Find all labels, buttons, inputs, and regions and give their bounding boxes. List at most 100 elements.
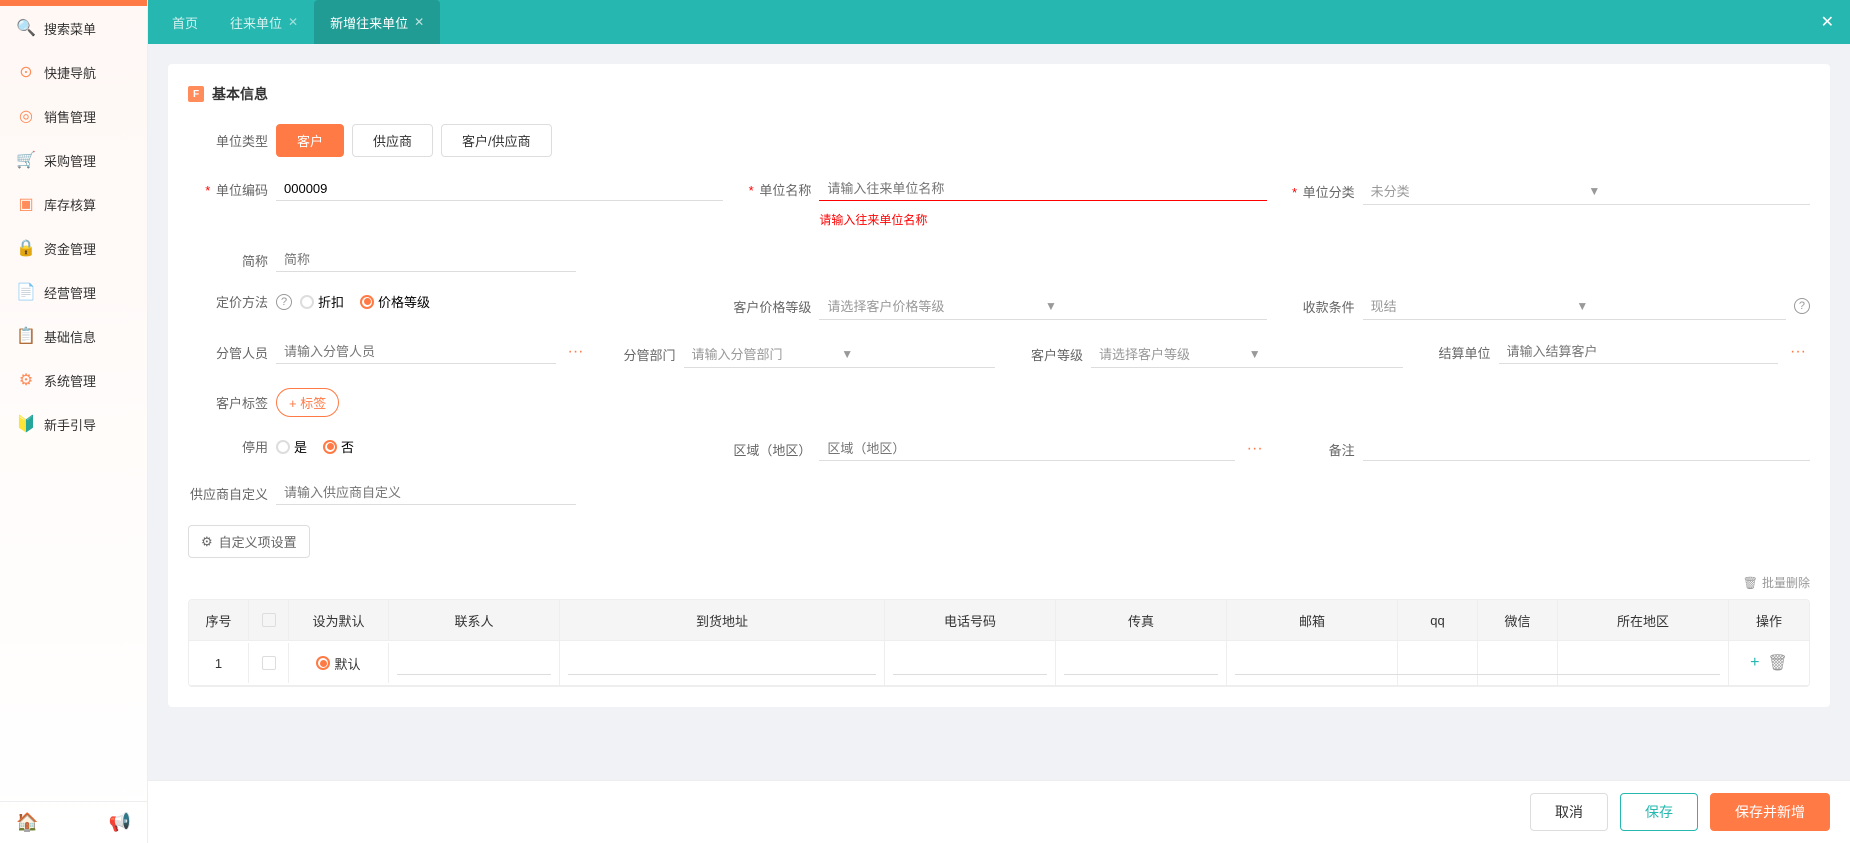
home-icon[interactable]: 🏠 (16, 812, 38, 833)
payment-terms-select[interactable]: 现结 ▼ (1363, 292, 1786, 320)
unit-category-value: 未分类 (1371, 181, 1585, 200)
sidebar: 🔍 搜索菜单 ⊙ 快捷导航 ◎ 销售管理 🛒 采购管理 ▣ 库存核算 🔒 资金管… (0, 0, 148, 843)
sidebar-item-guide[interactable]: 🔰 新手引导 (0, 402, 147, 446)
sidebar-item-label: 系统管理 (44, 371, 96, 390)
td-region (1558, 641, 1729, 685)
row-add-btn[interactable]: + (1750, 654, 1759, 672)
customer-level-chevron-icon: ▼ (1249, 347, 1395, 361)
notify-icon[interactable]: 📢 (109, 812, 131, 833)
unit-name-input[interactable] (819, 177, 1266, 201)
radio-discount[interactable]: 折扣 (300, 292, 344, 311)
sidebar-item-finance[interactable]: 🔒 资金管理 (0, 226, 147, 270)
radio-discount-label: 折扣 (318, 292, 344, 311)
remark-input[interactable] (1363, 437, 1810, 461)
row-checkbox[interactable] (262, 656, 276, 670)
row-default-radio[interactable]: 默认 (316, 654, 360, 673)
tab-counterparty[interactable]: 往来单位 ✕ (214, 0, 314, 44)
form-card: F 基本信息 单位类型 客户 供应商 客户/供应商 * (168, 64, 1830, 707)
radio-yes-circle (276, 440, 290, 454)
tab-home[interactable]: 首页 (156, 0, 214, 44)
pricing-help-icon[interactable]: ? (276, 294, 292, 310)
type-btn-supplier[interactable]: 供应商 (352, 124, 433, 157)
region-input[interactable] (819, 437, 1234, 461)
region-table-input[interactable] (1566, 651, 1720, 675)
short-name-field: 简称 (188, 248, 1810, 272)
sidebar-item-label: 基础信息 (44, 327, 96, 346)
short-name-input[interactable] (276, 248, 576, 272)
unit-type-field: 单位类型 客户 供应商 客户/供应商 (188, 124, 1810, 157)
category-chevron-icon: ▼ (1588, 184, 1802, 198)
unit-category-label: * 单位分类 (1275, 182, 1355, 201)
required-star-name: * (749, 183, 754, 198)
sidebar-item-label: 库存核算 (44, 195, 96, 214)
tab-home-label: 首页 (172, 13, 198, 32)
row-delete-btn[interactable]: 🗑 (1768, 653, 1788, 673)
pricing-radio-group: 折扣 价格等级 (300, 292, 430, 311)
custom-settings-label: 自定义项设置 (219, 532, 297, 551)
save-button[interactable]: 保存 (1620, 793, 1698, 831)
payment-terms-label: 收款条件 (1275, 297, 1355, 316)
supplier-custom-input[interactable] (276, 481, 576, 505)
tab-new-counterparty-close[interactable]: ✕ (414, 15, 424, 29)
customer-level-field: 客户等级 请选择客户等级 ▼ (1003, 340, 1403, 368)
inventory-icon: ▣ (16, 194, 36, 214)
payment-terms-help-icon[interactable]: ? (1794, 298, 1810, 314)
contact-input[interactable] (397, 651, 551, 675)
sidebar-item-operations[interactable]: 📄 经营管理 (0, 270, 147, 314)
customer-level-select[interactable]: 请选择客户等级 ▼ (1091, 340, 1403, 368)
search-icon: 🔍 (16, 18, 36, 38)
header-checkbox[interactable] (262, 613, 276, 627)
settlement-dots-btn[interactable]: ··· (1786, 343, 1810, 361)
td-no: 1 (189, 643, 249, 683)
phone-input[interactable] (893, 651, 1047, 675)
address-input[interactable] (568, 651, 876, 675)
tab-counterparty-close[interactable]: ✕ (288, 15, 298, 29)
radio-yes[interactable]: 是 (276, 437, 307, 456)
disabled-row: 停用 是 否 区域（地区） ··· (188, 437, 1810, 461)
save-add-button[interactable]: 保存并新增 (1710, 793, 1830, 831)
settlement-input[interactable] (1499, 340, 1779, 364)
email-input[interactable] (1235, 651, 1389, 675)
th-address: 到货地址 (560, 600, 885, 640)
short-name-row: 简称 (188, 248, 1810, 272)
fax-input[interactable] (1064, 651, 1218, 675)
add-tag-btn[interactable]: + 标签 (276, 388, 339, 417)
tag-field: 客户标签 + 标签 (188, 388, 1810, 417)
unit-code-input[interactable] (276, 177, 723, 201)
purchase-icon: 🛒 (16, 150, 36, 170)
disabled-radio-group: 是 否 (276, 437, 354, 456)
pricing-row: 定价方法 ? 折扣 价格等级 客户价格等级 (188, 292, 1810, 320)
remark-field: 备注 (1275, 437, 1810, 461)
sidebar-item-basic-info[interactable]: 📋 基础信息 (0, 314, 147, 358)
sidebar-item-quick-nav[interactable]: ⊙ 快捷导航 (0, 50, 147, 94)
radio-no[interactable]: 否 (323, 437, 354, 456)
type-btn-customer[interactable]: 客户 (276, 124, 344, 157)
manager-input[interactable] (276, 340, 556, 364)
customer-price-field: 客户价格等级 请选择客户价格等级 ▼ (731, 292, 1266, 320)
manager-dots-btn[interactable]: ··· (564, 343, 588, 361)
custom-settings-btn[interactable]: ⚙ 自定义项设置 (188, 525, 310, 558)
department-select[interactable]: 请输入分管部门 ▼ (684, 340, 996, 368)
tab-new-counterparty[interactable]: 新增往来单位 ✕ (314, 0, 440, 44)
customer-level-label: 客户等级 (1003, 345, 1083, 364)
row-default-label: 默认 (334, 654, 360, 673)
cancel-button[interactable]: 取消 (1530, 793, 1608, 831)
radio-price-level[interactable]: 价格等级 (360, 292, 430, 311)
customer-price-select[interactable]: 请选择客户价格等级 ▼ (819, 292, 1266, 320)
type-btn-both[interactable]: 客户/供应商 (441, 124, 552, 157)
basic-info-icon: 📋 (16, 326, 36, 346)
sidebar-item-sales[interactable]: ◎ 销售管理 (0, 94, 147, 138)
sidebar-item-label: 经营管理 (44, 283, 96, 302)
unit-category-select[interactable]: 未分类 ▼ (1363, 177, 1810, 205)
sidebar-item-purchase[interactable]: 🛒 采购管理 (0, 138, 147, 182)
sidebar-item-inventory[interactable]: ▣ 库存核算 (0, 182, 147, 226)
sidebar-search[interactable]: 🔍 搜索菜单 (0, 6, 147, 50)
guide-icon: 🔰 (16, 414, 36, 434)
window-close-btn[interactable]: ✕ (1813, 12, 1842, 32)
region-dots-btn[interactable]: ··· (1243, 440, 1267, 458)
batch-delete-btn[interactable]: 🗑 批量删除 (188, 574, 1810, 591)
sidebar-item-system[interactable]: ⚙ 系统管理 (0, 358, 147, 402)
batch-delete-label: 批量删除 (1762, 574, 1810, 591)
th-qq: qq (1398, 600, 1478, 640)
customer-price-label: 客户价格等级 (731, 297, 811, 316)
